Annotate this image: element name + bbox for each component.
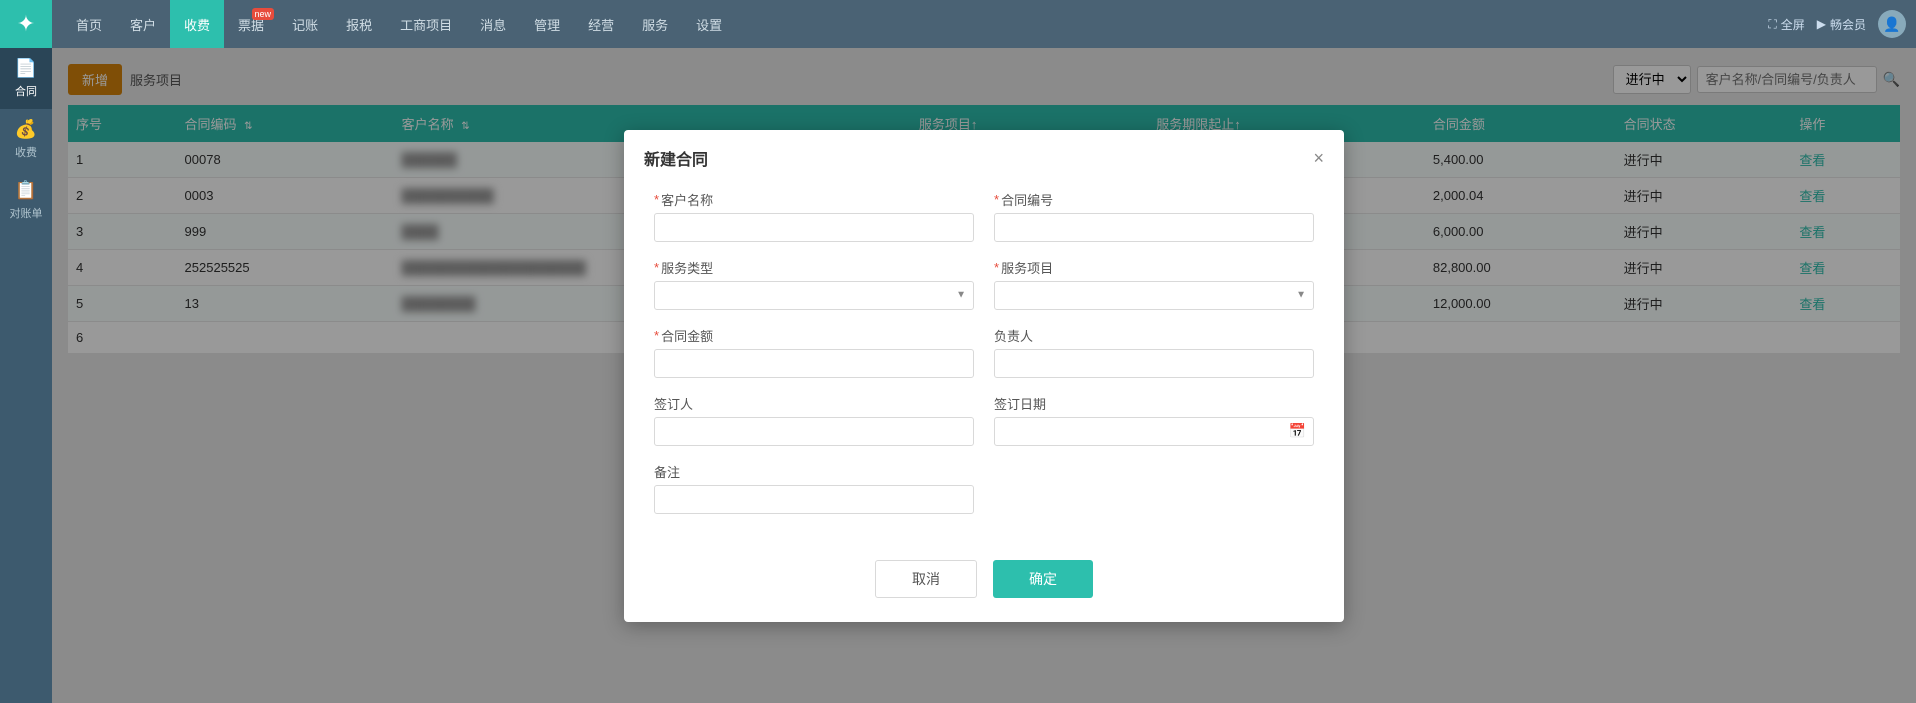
responsible-person-input[interactable]	[994, 349, 1314, 378]
sign-date-label: 签订日期	[994, 394, 1314, 413]
form-group-service-type: * 服务类型	[654, 258, 974, 310]
required-star: *	[654, 328, 659, 343]
modal-body: * 客户名称 * 合同编号	[624, 180, 1344, 550]
topnav: 首页 客户 收费 票据 new 记账 报税 工商项目 消息 管理 经营	[52, 0, 1916, 48]
required-star: *	[994, 192, 999, 207]
form-row-3: * 合同金额 0.00 负责人	[654, 326, 1314, 378]
service-item-select[interactable]	[994, 281, 1314, 310]
sidebar-item-receipts[interactable]: 💰 收费	[0, 109, 52, 170]
form-group-remark: 备注	[654, 462, 974, 514]
service-item-label: * 服务项目	[994, 258, 1314, 277]
modal-header: 新建合同 ×	[624, 130, 1344, 180]
signer-label: 签订人	[654, 394, 974, 413]
sidebar-item-label: 收费	[15, 144, 37, 160]
fullscreen-icon: ⛶	[1768, 17, 1776, 32]
confirm-button[interactable]: 确定	[993, 560, 1093, 598]
main-area: 首页 客户 收费 票据 new 记账 报税 工商项目 消息 管理 经营	[52, 0, 1916, 703]
nav-tax[interactable]: 报税	[332, 0, 386, 48]
member-button[interactable]: ▶ 畅会员	[1817, 16, 1866, 33]
required-star: *	[994, 260, 999, 275]
sidebar-item-label: 对账单	[10, 205, 43, 221]
form-group-service-item: * 服务项目	[994, 258, 1314, 310]
form-group-responsible-person: 负责人	[994, 326, 1314, 378]
nav-management[interactable]: 管理	[520, 0, 574, 48]
new-badge: new	[252, 8, 275, 20]
service-type-select[interactable]	[654, 281, 974, 310]
contract-amount-input[interactable]: 0.00	[654, 349, 974, 378]
nav-settings[interactable]: 设置	[682, 0, 736, 48]
contract-no-input[interactable]	[994, 213, 1314, 242]
modal-close-button[interactable]: ×	[1313, 149, 1324, 167]
customer-name-label: * 客户名称	[654, 190, 974, 209]
receipts-icon: 💰	[15, 119, 37, 140]
responsible-person-label: 负责人	[994, 326, 1314, 345]
nav-business[interactable]: 工商项目	[386, 0, 466, 48]
nav-services[interactable]: 服务	[628, 0, 682, 48]
sidebar-item-reconcile[interactable]: 📋 对账单	[0, 170, 52, 231]
modal-overlay: 新建合同 × * 客户名称	[52, 48, 1916, 703]
fullscreen-button[interactable]: ⛶ 全屏	[1768, 16, 1804, 33]
remark-label: 备注	[654, 462, 974, 481]
form-row-5: 备注	[654, 462, 1314, 514]
app-logo: ✦	[0, 0, 52, 48]
sign-date-wrapper: 2023-06-06 📅	[994, 417, 1314, 446]
service-item-wrapper	[994, 281, 1314, 310]
sidebar-item-contract[interactable]: 📄 合同	[0, 48, 52, 109]
form-row-4: 签订人 签订日期 2023-06-06 📅	[654, 394, 1314, 446]
required-star: *	[654, 192, 659, 207]
nav-customer[interactable]: 客户	[116, 0, 170, 48]
topnav-right: ⛶ 全屏 ▶ 畅会员 👤	[1768, 10, 1906, 38]
contract-amount-label: * 合同金额	[654, 326, 974, 345]
modal-footer: 取消 确定	[624, 550, 1344, 622]
new-contract-modal: 新建合同 × * 客户名称	[624, 130, 1344, 622]
form-group-sign-date: 签订日期 2023-06-06 📅	[994, 394, 1314, 446]
nav-home[interactable]: 首页	[62, 0, 116, 48]
nav-messages[interactable]: 消息	[466, 0, 520, 48]
required-star: *	[654, 260, 659, 275]
nav-invoices[interactable]: 票据 new	[224, 0, 278, 48]
contract-icon: 📄	[15, 58, 37, 79]
form-group-contract-no: * 合同编号	[994, 190, 1314, 242]
signer-input[interactable]	[654, 417, 974, 446]
customer-name-input[interactable]	[654, 213, 974, 242]
reconcile-icon: 📋	[15, 180, 37, 201]
form-group-placeholder	[994, 462, 1314, 514]
remark-input[interactable]	[654, 485, 974, 514]
form-row-2: * 服务类型 * 服务	[654, 258, 1314, 310]
nav-bookkeeping[interactable]: 记账	[278, 0, 332, 48]
nav-receipts[interactable]: 收费	[170, 0, 224, 48]
cancel-button[interactable]: 取消	[875, 560, 977, 598]
form-group-contract-amount: * 合同金额 0.00	[654, 326, 974, 378]
form-group-customer-name: * 客户名称	[654, 190, 974, 242]
sign-date-input[interactable]: 2023-06-06	[994, 417, 1314, 446]
service-type-label: * 服务类型	[654, 258, 974, 277]
modal-title: 新建合同	[644, 146, 708, 170]
contract-no-label: * 合同编号	[994, 190, 1314, 209]
avatar[interactable]: 👤	[1878, 10, 1906, 38]
content-area: 新增 服务项目 进行中 已完成 已终止 全部 🔍 序号 合同编码 ⇅ 客户名称 …	[52, 48, 1916, 703]
form-group-signer: 签订人	[654, 394, 974, 446]
service-type-wrapper	[654, 281, 974, 310]
play-icon: ▶	[1817, 17, 1826, 31]
form-row-1: * 客户名称 * 合同编号	[654, 190, 1314, 242]
sidebar-item-label: 合同	[15, 83, 37, 99]
nav-operations[interactable]: 经营	[574, 0, 628, 48]
sidebar: ✦ 📄 合同 💰 收费 📋 对账单	[0, 0, 52, 703]
